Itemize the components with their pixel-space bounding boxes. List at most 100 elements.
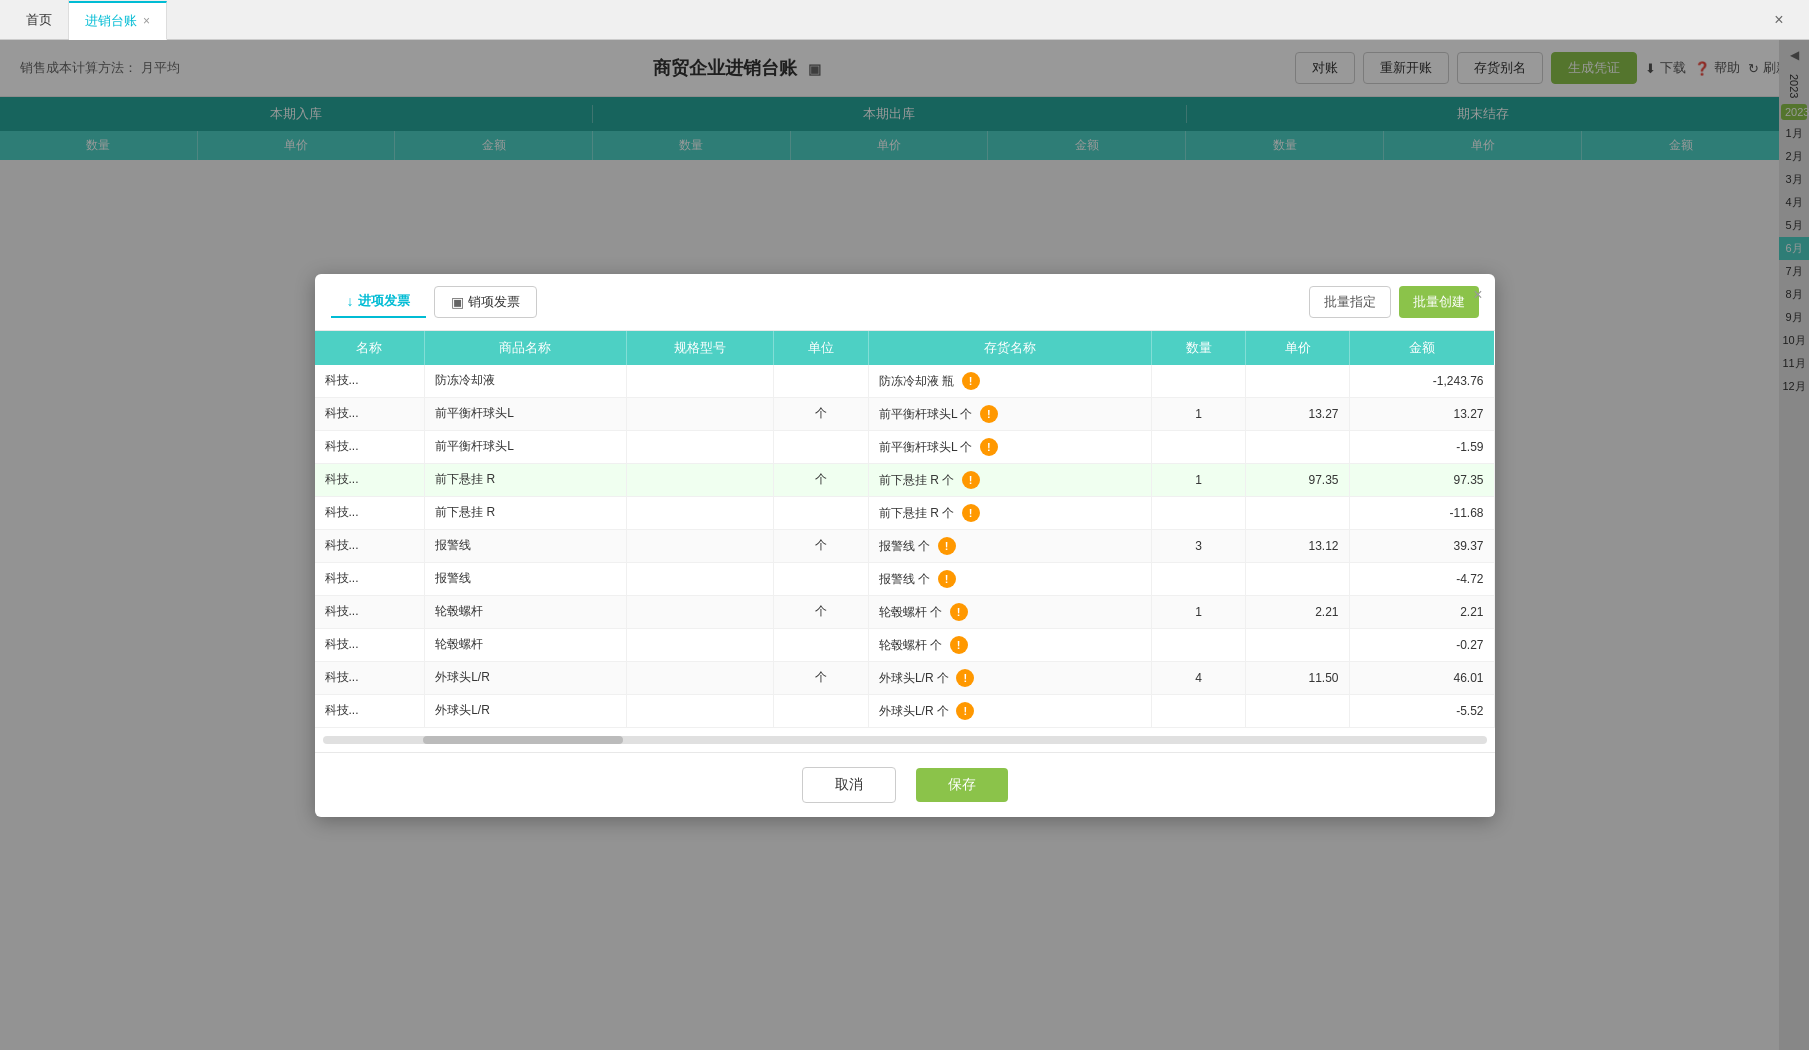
spec-cell (626, 430, 773, 463)
unitprice-cell (1246, 430, 1349, 463)
spec-cell (626, 661, 773, 694)
amount-cell: 13.27 (1349, 397, 1494, 430)
window-close-button[interactable]: × (1759, 0, 1799, 40)
product-cell: 报警线 (425, 529, 626, 562)
unit-cell (773, 562, 868, 595)
warning-icon: ! (956, 669, 974, 687)
tab-close-icon[interactable]: × (143, 14, 150, 28)
unit-cell (773, 496, 868, 529)
amount-cell: -1,243.76 (1349, 365, 1494, 398)
tab-bar: 首页 进销台账 × × (0, 0, 1809, 40)
unit-cell (773, 694, 868, 727)
qty-cell (1151, 628, 1246, 661)
scroll-bar-area[interactable] (315, 728, 1495, 752)
cancel-button[interactable]: 取消 (802, 767, 896, 803)
amount-cell: 97.35 (1349, 463, 1494, 496)
unit-cell: 个 (773, 529, 868, 562)
unit-cell: 个 (773, 463, 868, 496)
unit-cell: 个 (773, 397, 868, 430)
tab1-label: 进项发票 (358, 292, 410, 310)
modal-overlay: ↓ 进项发票 ▣ 销项发票 批量指定 批量创建 × 名称 (0, 40, 1809, 1050)
inventory-cell: 前下悬挂 R 个 ! (868, 463, 1151, 496)
product-cell: 前平衡杆球头L (425, 397, 626, 430)
col-name: 名称 (315, 331, 425, 365)
unit-cell: 个 (773, 661, 868, 694)
unitprice-cell: 13.12 (1246, 529, 1349, 562)
batch-create-button[interactable]: 批量创建 (1399, 286, 1479, 318)
unit-cell (773, 628, 868, 661)
unitprice-cell (1246, 496, 1349, 529)
col-qty: 数量 (1151, 331, 1246, 365)
qty-cell: 4 (1151, 661, 1246, 694)
incoming-icon: ↓ (347, 293, 354, 309)
name-cell: 科技... (315, 628, 425, 661)
batch-assign-button[interactable]: 批量指定 (1309, 286, 1391, 318)
amount-cell: -4.72 (1349, 562, 1494, 595)
main-area: 销售成本计算方法： 月平均 商贸企业进销台账 ▣ 对账 重新开账 存货别名 生成… (0, 40, 1809, 1050)
unitprice-cell (1246, 562, 1349, 595)
unitprice-cell: 11.50 (1246, 661, 1349, 694)
unitprice-cell: 2.21 (1246, 595, 1349, 628)
tab2-label: 销项发票 (468, 293, 520, 311)
table-row: 科技... 外球头L/R 外球头L/R 个 ! -5.52 (315, 694, 1495, 727)
table-row: 科技... 防冻冷却液 防冻冷却液 瓶 ! -1,243.76 (315, 365, 1495, 398)
unitprice-cell (1246, 365, 1349, 398)
modal-table-body: 科技... 防冻冷却液 防冻冷却液 瓶 ! -1,243.76 科技... 前平… (315, 365, 1495, 728)
name-cell: 科技... (315, 397, 425, 430)
name-cell: 科技... (315, 661, 425, 694)
spec-cell (626, 365, 773, 398)
warning-icon: ! (962, 504, 980, 522)
spec-cell (626, 595, 773, 628)
table-header-row: 名称 商品名称 规格型号 单位 存货名称 数量 单价 金额 (315, 331, 1495, 365)
save-button[interactable]: 保存 (916, 768, 1008, 802)
spec-cell (626, 463, 773, 496)
modal-footer: 取消 保存 (315, 752, 1495, 817)
tab-active-label: 进销台账 (85, 12, 137, 30)
modal-action-buttons: 批量指定 批量创建 (1309, 286, 1479, 318)
col-unitprice: 单价 (1246, 331, 1349, 365)
inventory-cell: 前平衡杆球头L 个 ! (868, 430, 1151, 463)
name-cell: 科技... (315, 430, 425, 463)
warning-icon: ! (980, 438, 998, 456)
unit-cell (773, 365, 868, 398)
warning-icon: ! (950, 636, 968, 654)
unit-cell: 个 (773, 595, 868, 628)
warning-icon: ! (956, 702, 974, 720)
inventory-cell: 报警线 个 ! (868, 529, 1151, 562)
inventory-cell: 防冻冷却液 瓶 ! (868, 365, 1151, 398)
product-cell: 报警线 (425, 562, 626, 595)
tab-active[interactable]: 进销台账 × (69, 1, 167, 40)
warning-icon: ! (962, 372, 980, 390)
col-spec: 规格型号 (626, 331, 773, 365)
unitprice-cell: 13.27 (1246, 397, 1349, 430)
warning-icon: ! (950, 603, 968, 621)
tab-home-label: 首页 (26, 11, 52, 29)
qty-cell (1151, 365, 1246, 398)
product-cell: 外球头L/R (425, 694, 626, 727)
product-cell: 轮毂螺杆 (425, 595, 626, 628)
amount-cell: 2.21 (1349, 595, 1494, 628)
tab-home[interactable]: 首页 (10, 0, 69, 39)
table-row: 科技... 前平衡杆球头L 个 前平衡杆球头L 个 ! 1 13.27 13.2… (315, 397, 1495, 430)
qty-cell: 1 (1151, 595, 1246, 628)
qty-cell: 1 (1151, 463, 1246, 496)
modal-dialog: ↓ 进项发票 ▣ 销项发票 批量指定 批量创建 × 名称 (315, 274, 1495, 817)
modal-close-button[interactable]: × (1473, 286, 1482, 304)
tab-incoming-invoice[interactable]: ↓ 进项发票 (331, 286, 426, 318)
amount-cell: -11.68 (1349, 496, 1494, 529)
spec-cell (626, 694, 773, 727)
amount-cell: -5.52 (1349, 694, 1494, 727)
qty-cell (1151, 496, 1246, 529)
unit-cell (773, 430, 868, 463)
product-cell: 前下悬挂 R (425, 496, 626, 529)
amount-cell: -0.27 (1349, 628, 1494, 661)
inventory-cell: 报警线 个 ! (868, 562, 1151, 595)
product-cell: 防冻冷却液 (425, 365, 626, 398)
table-row: 科技... 轮毂螺杆 个 轮毂螺杆 个 ! 1 2.21 2.21 (315, 595, 1495, 628)
table-row: 科技... 前下悬挂 R 前下悬挂 R 个 ! -11.68 (315, 496, 1495, 529)
product-cell: 外球头L/R (425, 661, 626, 694)
table-row: 科技... 报警线 个 报警线 个 ! 3 13.12 39.37 (315, 529, 1495, 562)
modal-table[interactable]: 名称 商品名称 规格型号 单位 存货名称 数量 单价 金额 科技... 防冻冷却… (315, 331, 1495, 752)
name-cell: 科技... (315, 562, 425, 595)
tab-outgoing-invoice[interactable]: ▣ 销项发票 (434, 286, 537, 318)
